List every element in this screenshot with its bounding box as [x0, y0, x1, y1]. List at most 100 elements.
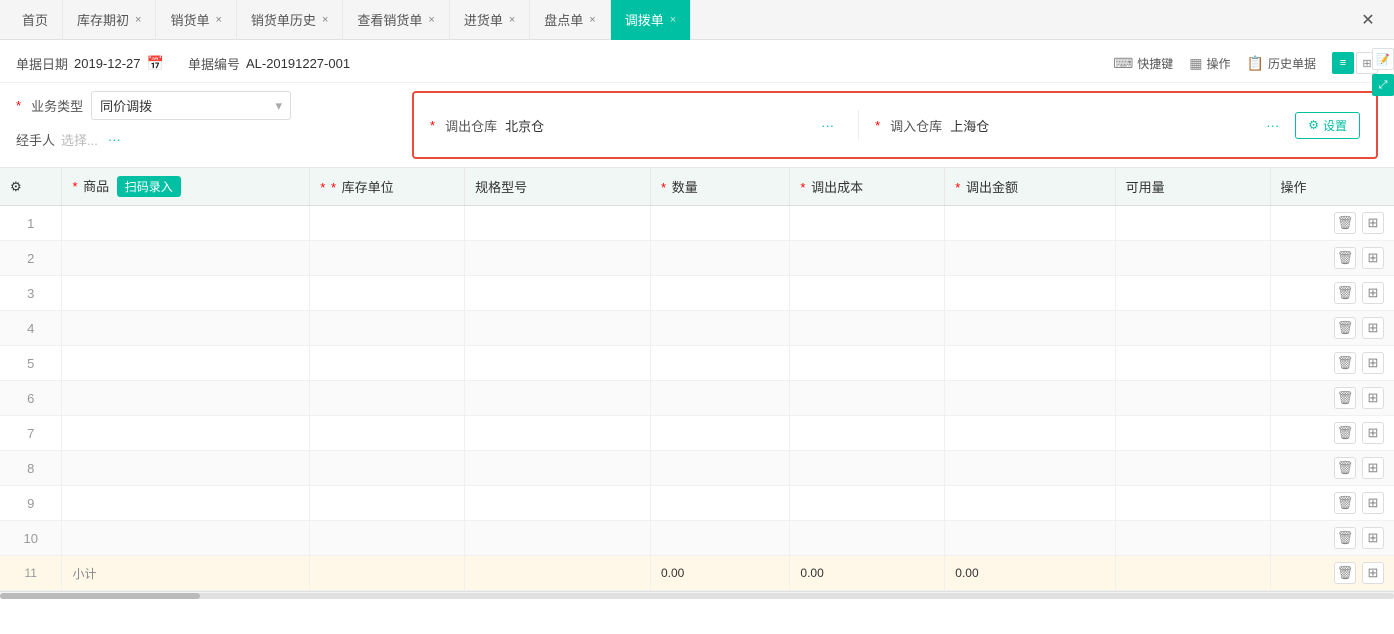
person-more-dots[interactable]: ···: [108, 132, 121, 147]
unit-cell[interactable]: [310, 381, 465, 416]
scroll-area[interactable]: [0, 591, 1394, 599]
qty-cell[interactable]: [651, 276, 790, 311]
warehouse-in-more-dots[interactable]: ···: [1258, 118, 1287, 133]
cost-cell[interactable]: [790, 521, 945, 556]
product-cell[interactable]: [62, 381, 310, 416]
tab-close-view-sales[interactable]: ×: [428, 14, 434, 26]
delete-icon[interactable]: 🗑: [1334, 492, 1356, 514]
tab-view-sales[interactable]: 查看销货单 ×: [343, 0, 449, 40]
history-button[interactable]: 📋 历史单据: [1247, 55, 1316, 72]
copy-icon[interactable]: ⊞: [1362, 562, 1384, 584]
operation-button[interactable]: ▦ 操作: [1189, 55, 1230, 72]
cost-cell[interactable]: [790, 346, 945, 381]
unit-cell[interactable]: [310, 311, 465, 346]
tab-close-inventory-check[interactable]: ×: [589, 14, 595, 26]
settings-button[interactable]: ⚙ 设置: [1295, 112, 1360, 139]
tab-home[interactable]: 首页: [8, 0, 63, 40]
qty-cell[interactable]: [651, 451, 790, 486]
amount-cell[interactable]: [945, 346, 1115, 381]
spec-cell[interactable]: [465, 206, 651, 241]
spec-cell[interactable]: [465, 311, 651, 346]
amount-cell[interactable]: [945, 206, 1115, 241]
unit-cell[interactable]: [310, 206, 465, 241]
spec-cell[interactable]: [465, 451, 651, 486]
tab-close-transfer[interactable]: ×: [670, 14, 676, 26]
qty-cell[interactable]: [651, 381, 790, 416]
cost-cell[interactable]: [790, 381, 945, 416]
shortcut-button[interactable]: ⌨ 快捷键: [1113, 55, 1173, 72]
tab-sales-history[interactable]: 销货单历史 ×: [237, 0, 343, 40]
delete-icon[interactable]: 🗑: [1334, 247, 1356, 269]
col-header-gear[interactable]: ⚙: [0, 168, 62, 206]
delete-icon[interactable]: 🗑: [1334, 562, 1356, 584]
amount-cell[interactable]: [945, 381, 1115, 416]
amount-cell[interactable]: [945, 276, 1115, 311]
window-close-button[interactable]: ✕: [1350, 0, 1386, 40]
delete-icon[interactable]: 🗑: [1334, 527, 1356, 549]
product-cell[interactable]: [62, 521, 310, 556]
amount-cell[interactable]: [945, 311, 1115, 346]
delete-icon[interactable]: 🗑: [1334, 457, 1356, 479]
copy-icon[interactable]: ⊞: [1362, 212, 1384, 234]
spec-cell[interactable]: [465, 381, 651, 416]
tab-close-sales-history[interactable]: ×: [322, 14, 328, 26]
amount-cell[interactable]: [945, 416, 1115, 451]
copy-icon[interactable]: ⊞: [1362, 247, 1384, 269]
spec-cell[interactable]: [465, 521, 651, 556]
amount-cell[interactable]: [945, 521, 1115, 556]
amount-cell[interactable]: [945, 486, 1115, 521]
tab-inventory-check[interactable]: 盘点单 ×: [530, 0, 610, 40]
unit-cell[interactable]: [310, 276, 465, 311]
copy-icon[interactable]: ⊞: [1362, 527, 1384, 549]
product-cell[interactable]: [62, 451, 310, 486]
spec-cell[interactable]: [465, 486, 651, 521]
cost-cell[interactable]: [790, 311, 945, 346]
copy-icon[interactable]: ⊞: [1362, 387, 1384, 409]
cost-cell[interactable]: [790, 416, 945, 451]
copy-icon[interactable]: ⊞: [1362, 492, 1384, 514]
tab-close-purchase-order[interactable]: ×: [509, 14, 515, 26]
tab-sales-order[interactable]: 销货单 ×: [156, 0, 236, 40]
product-cell[interactable]: [62, 206, 310, 241]
product-cell[interactable]: [62, 241, 310, 276]
product-cell[interactable]: [62, 346, 310, 381]
copy-icon[interactable]: ⊞: [1362, 317, 1384, 339]
sidebar-expand-icon[interactable]: ⤢: [1372, 74, 1394, 96]
qty-cell[interactable]: [651, 521, 790, 556]
tab-transfer[interactable]: 调拨单 ×: [611, 0, 691, 40]
tab-close-inventory-init[interactable]: ×: [135, 14, 141, 26]
amount-cell[interactable]: [945, 451, 1115, 486]
spec-cell[interactable]: [465, 276, 651, 311]
unit-cell[interactable]: [310, 486, 465, 521]
qty-cell[interactable]: [651, 416, 790, 451]
copy-icon[interactable]: ⊞: [1362, 457, 1384, 479]
delete-icon[interactable]: 🗑: [1334, 352, 1356, 374]
product-cell[interactable]: [62, 486, 310, 521]
calendar-icon[interactable]: 📅: [147, 55, 164, 72]
unit-cell[interactable]: [310, 451, 465, 486]
cost-cell[interactable]: [790, 276, 945, 311]
delete-icon[interactable]: 🗑: [1334, 317, 1356, 339]
tab-close-sales-order[interactable]: ×: [215, 14, 221, 26]
warehouse-out-more-dots[interactable]: ···: [813, 118, 842, 133]
delete-icon[interactable]: 🗑: [1334, 212, 1356, 234]
qty-cell[interactable]: [651, 241, 790, 276]
cost-cell[interactable]: [790, 241, 945, 276]
unit-cell[interactable]: [310, 521, 465, 556]
copy-icon[interactable]: ⊞: [1362, 422, 1384, 444]
unit-cell[interactable]: [310, 416, 465, 451]
tab-inventory-init[interactable]: 库存期初 ×: [63, 0, 156, 40]
spec-cell[interactable]: [465, 416, 651, 451]
sidebar-note-icon[interactable]: 📝: [1372, 48, 1394, 70]
cost-cell[interactable]: [790, 451, 945, 486]
cost-cell[interactable]: [790, 486, 945, 521]
product-cell[interactable]: [62, 276, 310, 311]
unit-cell[interactable]: [310, 241, 465, 276]
copy-icon[interactable]: ⊞: [1362, 282, 1384, 304]
delete-icon[interactable]: 🗑: [1334, 282, 1356, 304]
qty-cell[interactable]: [651, 346, 790, 381]
qty-cell[interactable]: [651, 206, 790, 241]
scroll-thumb[interactable]: [0, 593, 200, 599]
person-placeholder[interactable]: 选择...: [61, 130, 98, 149]
product-cell[interactable]: [62, 416, 310, 451]
